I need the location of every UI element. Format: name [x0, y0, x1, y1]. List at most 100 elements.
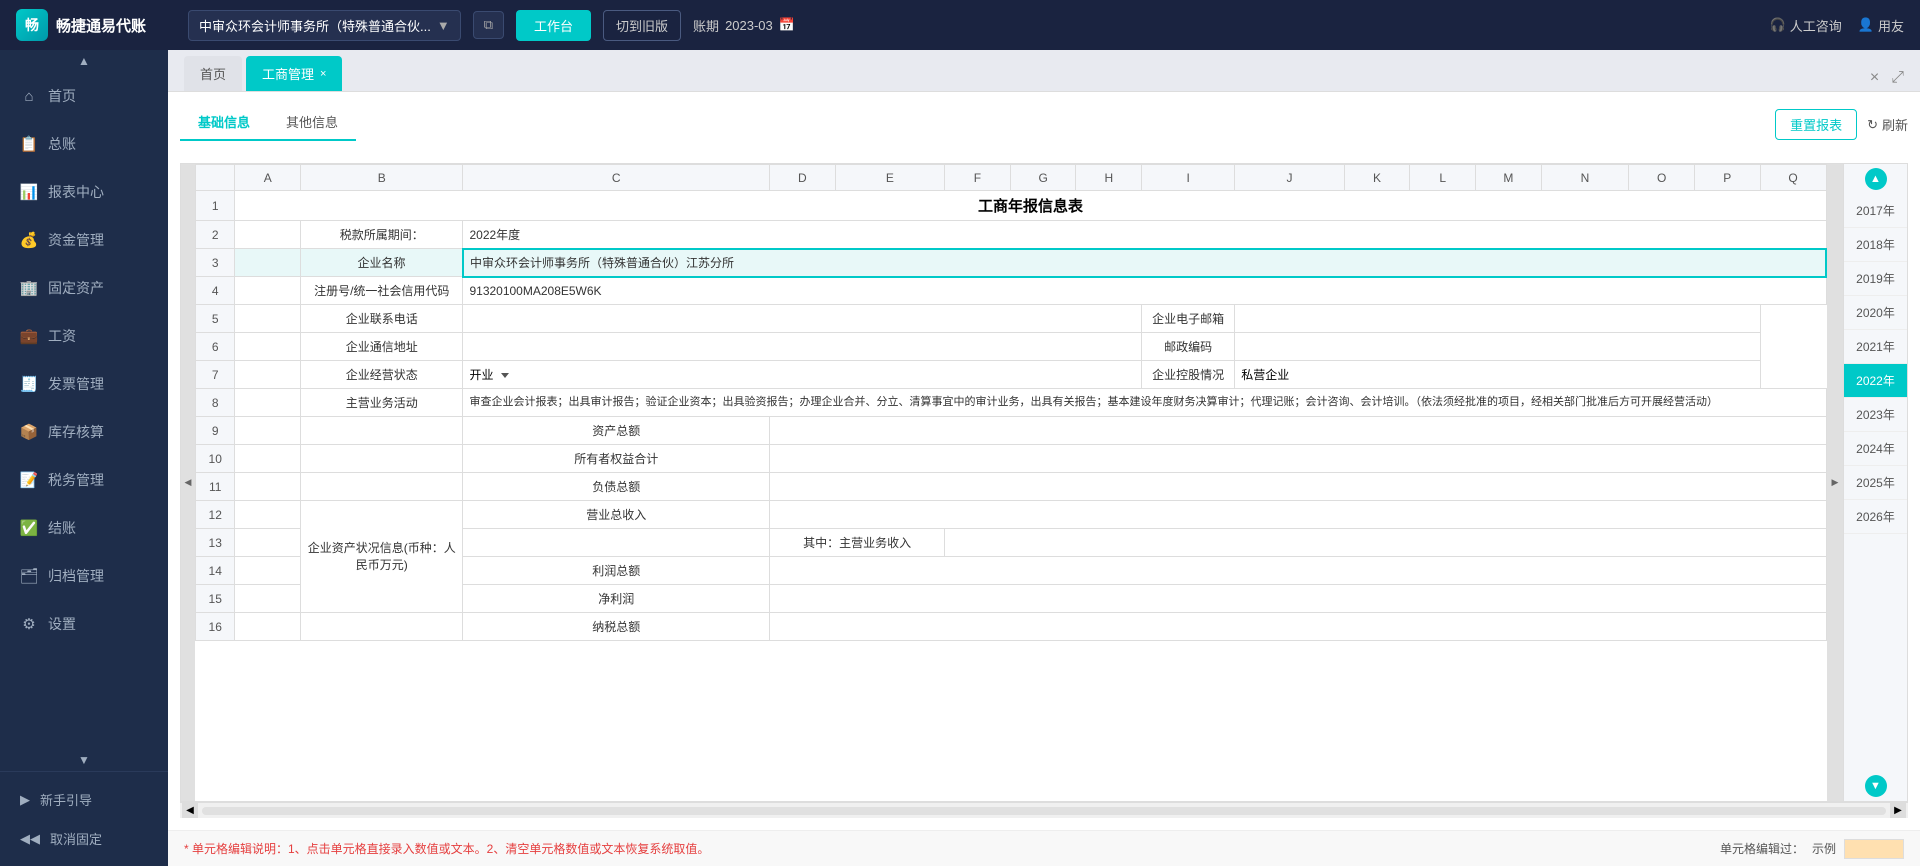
year-item-2026[interactable]: 2026年 — [1844, 500, 1907, 534]
cell-10-d[interactable] — [770, 445, 1827, 473]
sidebar-item-finance[interactable]: 💰 资金管理 — [0, 216, 168, 264]
cell-9-a[interactable] — [235, 417, 301, 445]
year-item-2025[interactable]: 2025年 — [1844, 466, 1907, 500]
year-panel-down-arrow[interactable]: ▼ — [1844, 771, 1907, 801]
cell-13-g[interactable] — [945, 529, 1826, 557]
cell-9-d[interactable] — [770, 417, 1827, 445]
copy-company-button[interactable]: ⧉ — [473, 11, 504, 39]
cell-16-b[interactable] — [301, 613, 463, 641]
cell-4-c[interactable]: 91320100MA208E5W6K — [463, 277, 1826, 305]
col-header-a[interactable]: A — [235, 165, 301, 191]
cell-11-b[interactable] — [301, 473, 463, 501]
col-header-q[interactable]: Q — [1760, 165, 1826, 191]
cell-16-c[interactable]: 纳税总额 — [463, 613, 770, 641]
cell-15-a[interactable] — [235, 585, 301, 613]
cell-6-c[interactable] — [463, 333, 1142, 361]
sidebar-scroll-down[interactable]: ▼ — [0, 749, 168, 771]
cell-14-a[interactable] — [235, 557, 301, 585]
reset-report-button[interactable]: 重置报表 — [1775, 109, 1857, 140]
window-expand-icon[interactable]: ⤢ — [1891, 69, 1904, 87]
cell-3-c[interactable]: 中审众环会计师事务所（特殊普通合伙）江苏分所 — [463, 249, 1826, 277]
cell-12-d[interactable] — [770, 501, 1827, 529]
sidebar-item-settings[interactable]: ⚙ 设置 — [0, 600, 168, 648]
col-header-f[interactable]: F — [945, 165, 1011, 191]
sidebar-item-fixed-assets[interactable]: 🏢 固定资产 — [0, 264, 168, 312]
cell-2-a[interactable] — [235, 221, 301, 249]
cell-9-b[interactable] — [301, 417, 463, 445]
col-header-j[interactable]: J — [1235, 165, 1344, 191]
cell-13-e[interactable]: 其中：主营业务收入 — [770, 529, 945, 557]
window-close-icon[interactable]: × — [1870, 69, 1879, 87]
cell-4-a[interactable] — [235, 277, 301, 305]
cell-15-d[interactable] — [770, 585, 1827, 613]
cell-8-c[interactable]: 审查企业会计报表；出具审计报告；验证企业资本；出具验资报告；办理企业合并、分立、… — [463, 389, 1826, 417]
cell-6-k[interactable] — [1235, 333, 1760, 361]
sub-tab-other[interactable]: 其他信息 — [268, 104, 356, 141]
col-header-i[interactable]: I — [1142, 165, 1235, 191]
cell-15-c[interactable]: 净利润 — [463, 585, 770, 613]
sidebar-new-guide[interactable]: ▶ 新手引导 — [0, 780, 168, 819]
sidebar-item-home[interactable]: ⌂ 首页 — [0, 72, 168, 120]
calendar-icon[interactable]: 📅 — [779, 17, 795, 33]
cell-11-a[interactable] — [235, 473, 301, 501]
col-header-c[interactable]: C — [463, 165, 770, 191]
spreadsheet-inner[interactable]: A B C D E F G H I J — [195, 164, 1827, 801]
cell-13-c[interactable] — [463, 529, 770, 557]
cell-7-c[interactable]: 开业 — [463, 361, 1142, 389]
col-header-k[interactable]: K — [1344, 165, 1410, 191]
sidebar-item-ledger[interactable]: 📋 总账 — [0, 120, 168, 168]
col-header-g[interactable]: G — [1010, 165, 1076, 191]
col-header-m[interactable]: M — [1476, 165, 1542, 191]
col-header-n[interactable]: N — [1541, 165, 1629, 191]
h-scroll-track[interactable] — [202, 807, 1886, 815]
left-collapse-button[interactable]: ◀ — [181, 164, 195, 801]
year-panel-up-arrow[interactable]: ▲ — [1844, 164, 1907, 194]
cell-5-a[interactable] — [235, 305, 301, 333]
cell-14-c[interactable]: 利润总额 — [463, 557, 770, 585]
year-item-2018[interactable]: 2018年 — [1844, 228, 1907, 262]
sidebar-item-reports[interactable]: 📊 报表中心 — [0, 168, 168, 216]
cell-11-d[interactable] — [770, 473, 1827, 501]
cell-9-c[interactable]: 资产总额 — [463, 417, 770, 445]
sidebar-item-inventory[interactable]: 📦 库存核算 — [0, 408, 168, 456]
cell-16-a[interactable] — [235, 613, 301, 641]
year-item-2020[interactable]: 2020年 — [1844, 296, 1907, 330]
h-scroll-left-button[interactable]: ◀ — [182, 803, 198, 819]
tab-home[interactable]: 首页 — [184, 56, 242, 91]
cell-8-a[interactable] — [235, 389, 301, 417]
cell-11-c[interactable]: 负债总额 — [463, 473, 770, 501]
tab-business[interactable]: 工商管理 × — [246, 56, 342, 91]
cell-10-a[interactable] — [235, 445, 301, 473]
col-header-h[interactable]: H — [1076, 165, 1142, 191]
cell-13-a[interactable] — [235, 529, 301, 557]
sidebar-item-archive[interactable]: 🗂 归档管理 — [0, 552, 168, 600]
refresh-button[interactable]: ↻ 刷新 — [1867, 115, 1908, 134]
cell-12-c[interactable]: 营业总收入 — [463, 501, 770, 529]
table-title-cell[interactable]: 工商年报信息表 — [235, 191, 1826, 221]
user-profile-button[interactable]: 👤 用友 — [1858, 16, 1904, 35]
cell-7-n[interactable]: 私营企业 — [1235, 361, 1760, 389]
cell-16-d[interactable] — [770, 613, 1827, 641]
sidebar-item-salary[interactable]: 💼 工资 — [0, 312, 168, 360]
col-header-l[interactable]: L — [1410, 165, 1476, 191]
right-collapse-button[interactable]: ▶ — [1827, 164, 1843, 801]
cell-10-b[interactable] — [301, 445, 463, 473]
tab-close-icon[interactable]: × — [320, 68, 326, 80]
year-item-2021[interactable]: 2021年 — [1844, 330, 1907, 364]
cell-6-a[interactable] — [235, 333, 301, 361]
sidebar-item-tax[interactable]: 📝 税务管理 — [0, 456, 168, 504]
col-header-b[interactable]: B — [301, 165, 463, 191]
year-item-2022[interactable]: 2022年 — [1844, 364, 1907, 398]
company-selector[interactable]: 中审众环会计师事务所（特殊普通合伙... ▼ — [188, 10, 461, 41]
col-header-p[interactable]: P — [1694, 165, 1760, 191]
col-header-e[interactable]: E — [835, 165, 944, 191]
cell-2-c[interactable]: 2022年度 — [463, 221, 1826, 249]
year-item-2019[interactable]: 2019年 — [1844, 262, 1907, 296]
sub-tab-basic[interactable]: 基础信息 — [180, 104, 268, 141]
year-item-2023[interactable]: 2023年 — [1844, 398, 1907, 432]
workbench-button[interactable]: 工作台 — [516, 10, 591, 41]
sidebar-unpin[interactable]: ◀◀ 取消固定 — [0, 819, 168, 858]
col-header-d[interactable]: D — [770, 165, 836, 191]
user-service-button[interactable]: 🎧 人工咨询 — [1770, 16, 1842, 35]
sidebar-scroll-up[interactable]: ▲ — [0, 50, 168, 72]
